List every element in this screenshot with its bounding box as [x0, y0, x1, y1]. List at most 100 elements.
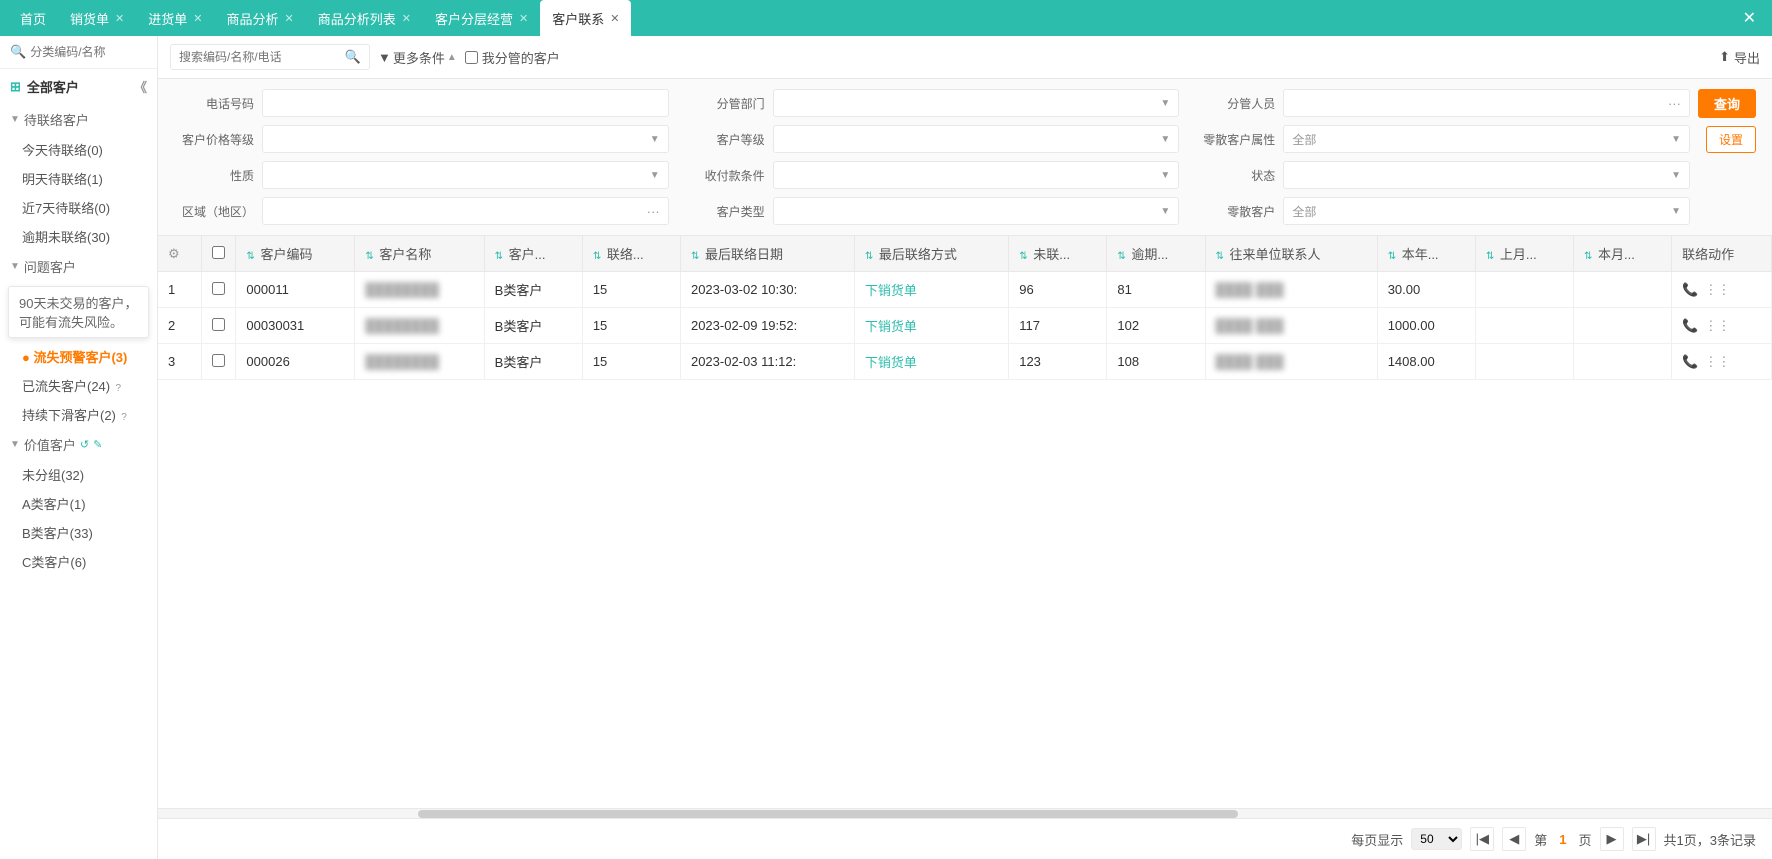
last-method-link[interactable]: 下销货单 — [865, 319, 917, 334]
sidebar-root[interactable]: ⊞ 全部客户 《 — [0, 69, 157, 104]
sort-icon7: ⇅ — [1019, 251, 1027, 262]
sidebar-item-today[interactable]: 今天待联络(0) — [0, 135, 157, 164]
search-btn-icon[interactable]: 🔍 — [345, 49, 361, 65]
status-select[interactable]: ▼ — [1283, 161, 1690, 189]
search-input[interactable] — [179, 50, 341, 64]
tab-customer-contact[interactable]: 客户联系 ✕ — [540, 0, 631, 36]
tab-close-customer-layer[interactable]: ✕ — [519, 12, 528, 25]
sort-icon12: ⇅ — [1584, 251, 1592, 262]
cell-last-method: 下销货单 — [854, 308, 1008, 344]
export-icon: ⬆ — [1719, 49, 1730, 65]
sidebar-item-churn-warning[interactable]: ● 流失预警客户(3) — [0, 342, 157, 371]
table-row: 1 000011 ████████ B类客户 15 2023-03-02 10:… — [158, 272, 1772, 308]
first-page-btn[interactable]: |◀ — [1470, 827, 1494, 851]
tab-analysis[interactable]: 商品分析 ✕ — [214, 0, 305, 36]
action-more-icon[interactable]: ⋮⋮ — [1704, 354, 1730, 370]
next-page-btn[interactable]: ▶ — [1600, 827, 1624, 851]
action-contact-icon[interactable]: 📞 — [1682, 318, 1698, 334]
sidebar-item-c-class[interactable]: C类客户(6) — [0, 547, 157, 576]
tab-close-purchase[interactable]: ✕ — [193, 12, 202, 25]
th-name: ⇅ 客户名称 — [355, 236, 484, 272]
cell-checkbox — [202, 344, 236, 380]
collapse-icon: 《 — [134, 77, 147, 96]
filter-nature: 性质 ▼ — [174, 161, 669, 189]
cell-action: 📞 ⋮⋮ — [1672, 344, 1772, 380]
my-customers-checkbox[interactable]: 我分管的客户 — [465, 48, 560, 67]
row-checkbox[interactable] — [212, 318, 225, 331]
chevron-down-icon: ▼ — [1160, 98, 1170, 109]
price-level-select[interactable]: ▼ — [262, 125, 669, 153]
sidebar-item-tomorrow[interactable]: 明天待联络(1) — [0, 164, 157, 193]
prev-page-btn[interactable]: ◀ — [1502, 827, 1526, 851]
more-conditions-btn[interactable]: ▼ 更多条件 ▲ — [378, 48, 457, 67]
tab-bar: 首页 销货单 ✕ 进货单 ✕ 商品分析 ✕ 商品分析列表 ✕ 客户分层经营 ✕ … — [0, 0, 1772, 36]
scrollbar-thumb[interactable] — [418, 810, 1238, 818]
customer-level-select[interactable]: ▼ — [773, 125, 1180, 153]
row-checkbox[interactable] — [212, 282, 225, 295]
tab-close-analysis[interactable]: ✕ — [285, 12, 294, 25]
page-size-select[interactable]: 50 100 — [1411, 828, 1462, 850]
sidebar-item-ungroup[interactable]: 未分组(32) — [0, 460, 157, 489]
cell-last-month — [1475, 272, 1573, 308]
phone-input[interactable] — [262, 89, 669, 117]
cell-action: 📞 ⋮⋮ — [1672, 272, 1772, 308]
action-more-icon[interactable]: ⋮⋮ — [1704, 318, 1730, 334]
group-pending-title[interactable]: ▼ 待联络客户 — [0, 104, 157, 135]
query-button[interactable]: 查询 — [1698, 89, 1756, 118]
group-problem-title[interactable]: ▼ 问题客户 — [0, 251, 157, 282]
action-contact-icon[interactable]: 📞 — [1682, 354, 1698, 370]
tab-close-analysis-list[interactable]: ✕ — [402, 12, 411, 25]
sidebar-item-a-class[interactable]: A类客户(1) — [0, 489, 157, 518]
payment-select[interactable]: ▼ — [773, 161, 1180, 189]
sidebar-item-declining[interactable]: 持续下滑客户(2) ? — [0, 400, 157, 429]
tab-customer-layer[interactable]: 客户分层经营 ✕ — [423, 0, 540, 36]
more-dots-icon[interactable]: ··· — [1668, 96, 1681, 111]
close-window-btn[interactable]: ✕ — [1735, 8, 1764, 28]
refresh-icon[interactable]: ↺ — [80, 438, 89, 451]
row-checkbox[interactable] — [212, 354, 225, 367]
tab-close-sales[interactable]: ✕ — [115, 12, 124, 25]
customer-type-select[interactable]: ▼ — [773, 197, 1180, 225]
last-page-btn[interactable]: ▶| — [1632, 827, 1656, 851]
data-table: ⚙ ⇅ 客户编码 ⇅ 客户名称 — [158, 236, 1772, 380]
person-select[interactable]: ··· — [1283, 89, 1690, 117]
filter-customer-type: 客户类型 ▼ — [685, 197, 1180, 225]
tab-purchase[interactable]: 进货单 ✕ — [136, 0, 214, 36]
sidebar-item-overdue[interactable]: 逾期未联络(30) — [0, 222, 157, 251]
cell-this-month — [1574, 344, 1672, 380]
last-method-link[interactable]: 下销货单 — [865, 283, 917, 298]
table-settings-icon[interactable]: ⚙ — [168, 246, 180, 261]
action-icons: 📞 ⋮⋮ — [1682, 354, 1761, 370]
region-select[interactable]: ··· — [262, 197, 669, 225]
export-btn[interactable]: ⬆ 导出 — [1719, 48, 1760, 67]
tab-analysis-list[interactable]: 商品分析列表 ✕ — [306, 0, 423, 36]
last-method-link[interactable]: 下销货单 — [865, 355, 917, 370]
nature-select[interactable]: ▼ — [262, 161, 669, 189]
horizontal-scrollbar[interactable] — [158, 808, 1772, 818]
retail-attr-select[interactable]: 全部 ▼ — [1283, 125, 1690, 153]
chevron-down-icon2: ▼ — [650, 134, 660, 145]
cell-uncontacted: 117 — [1009, 308, 1107, 344]
edit-icon[interactable]: ✎ — [93, 438, 102, 451]
sidebar-item-b-class[interactable]: B类客户(33) — [0, 518, 157, 547]
tab-sales[interactable]: 销货单 ✕ — [58, 0, 136, 36]
cell-seq: 3 — [158, 344, 202, 380]
more-dots-icon2[interactable]: ··· — [647, 204, 660, 219]
group-value-title[interactable]: ▼ 价值客户 ↺ ✎ — [0, 429, 157, 460]
cell-name: ████████ — [355, 344, 484, 380]
action-contact-icon[interactable]: 📞 — [1682, 282, 1698, 298]
tab-home[interactable]: 首页 — [8, 0, 58, 36]
sidebar-item-churned[interactable]: 已流失客户(24) ? — [0, 371, 157, 400]
action-more-icon[interactable]: ⋮⋮ — [1704, 282, 1730, 298]
sidebar-search-input[interactable] — [30, 45, 147, 59]
tab-close-customer-contact[interactable]: ✕ — [610, 12, 619, 25]
my-customers-check[interactable] — [465, 51, 478, 64]
cell-checkbox — [202, 308, 236, 344]
dept-select[interactable]: ▼ — [773, 89, 1180, 117]
action-icons: 📞 ⋮⋮ — [1682, 318, 1761, 334]
chevron-down-icon8: ▼ — [1160, 206, 1170, 217]
retail-customer-select[interactable]: 全部 ▼ — [1283, 197, 1690, 225]
sidebar-item-7days[interactable]: 近7天待联络(0) — [0, 193, 157, 222]
settings-button[interactable]: 设置 — [1706, 126, 1756, 153]
select-all-checkbox[interactable] — [212, 246, 225, 259]
